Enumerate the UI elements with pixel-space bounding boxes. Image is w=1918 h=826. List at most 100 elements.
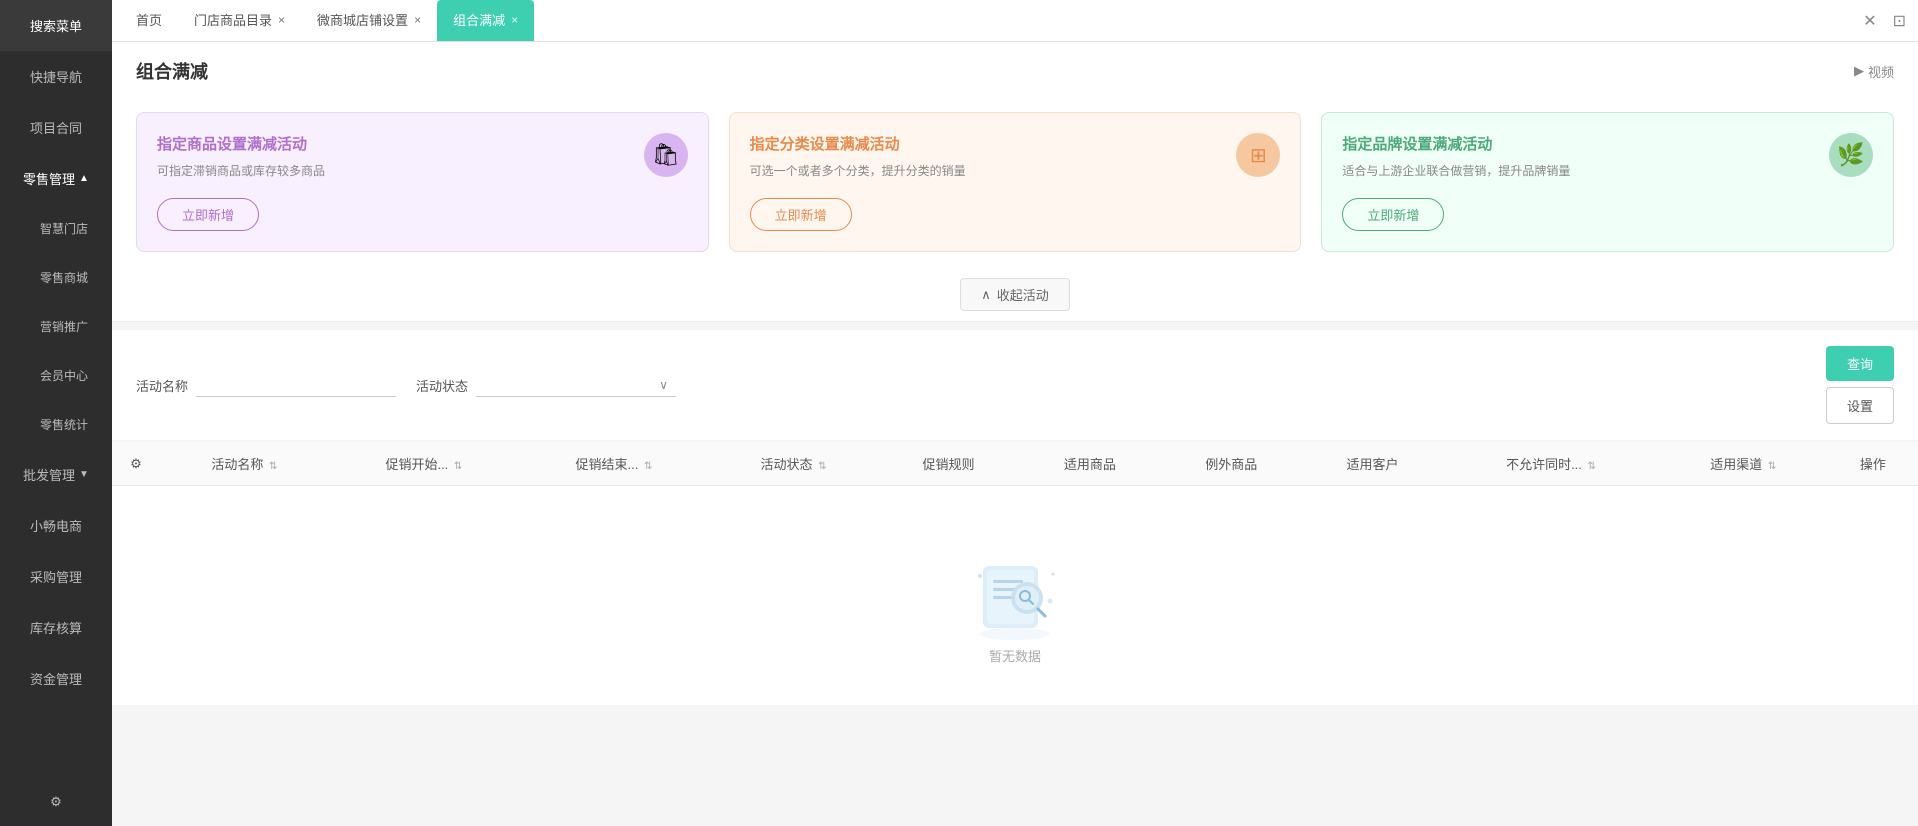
card-category-title: 指定分类设置满减活动 [750,133,1281,154]
card-product-desc: 可指定滞销商品或库存较多商品 [157,162,688,186]
sort-icon: ⇅ [818,461,826,472]
col-applicable-customers: 适用客户 [1302,442,1443,486]
chevron-up-icon: ∧ [981,287,991,303]
col-label: 例外商品 [1205,457,1257,472]
col-label: 操作 [1860,457,1886,472]
sidebar-item-inventory[interactable]: 库存核算 [0,602,112,653]
sidebar-item-label: 小畅电商 [30,519,82,534]
sort-icon: ⇅ [644,461,652,472]
sidebar-item-marketing[interactable]: 营销推广 [0,302,112,351]
card-category-btn[interactable]: 立即新增 [750,198,852,231]
sort-icon: ⇅ [269,461,277,472]
tab-label: 首页 [136,10,162,29]
col-promo-start[interactable]: 促销开始... ⇅ [329,442,519,486]
tab-controls: ✕ ⊡ [1859,7,1910,35]
tab-label: 门店商品目录 [194,10,272,29]
sidebar-item-retail-stats[interactable]: 零售统计 [0,400,112,449]
sidebar-item-label: 快捷导航 [30,70,82,85]
cards-section: 🛍 指定商品设置满减活动 可指定滞销商品或库存较多商品 立即新增 ⊞ 指定分类设… [112,96,1918,268]
play-icon: ▶ [1854,63,1864,79]
sidebar-item-label: 零售统计 [40,418,88,432]
tab-wechat-store[interactable]: 微商城店铺设置 × [301,0,437,41]
empty-text: 暂无数据 [989,646,1041,665]
sidebar-item-label: 库存核算 [30,621,82,636]
sidebar-item-label: 零售商城 [40,271,88,285]
settings-button[interactable]: ⚙ [0,778,112,826]
activity-name-input[interactable] [196,373,396,397]
sidebar-item-retail-mall[interactable]: 零售商城 [0,253,112,302]
collapse-button[interactable]: ∧ 收起活动 [960,278,1070,311]
chevron-up-icon: ▲ [79,173,89,184]
tab-store-catalog[interactable]: 门店商品目录 × [178,0,301,41]
filter-activity-status: 活动状态 ∨ [416,373,676,397]
card-product-btn[interactable]: 立即新增 [157,198,259,231]
sidebar-item-smart-store[interactable]: 智慧门店 [0,204,112,253]
close-icon[interactable]: × [414,13,421,27]
col-label: 促销开始... [385,457,448,472]
col-gear[interactable]: ⚙ [112,442,160,486]
video-label: 视频 [1868,62,1894,81]
col-label: 活动状态 [760,457,812,472]
content-area: 组合满减 ▶ 视频 🛍 指定商品设置满减活动 可指定滞销商品或库存较多商品 立即… [112,42,1918,826]
col-activity-name[interactable]: 活动名称 ⇅ [160,442,329,486]
video-link[interactable]: ▶ 视频 [1854,62,1894,81]
activity-status-select[interactable] [476,373,676,397]
col-label: 促销结束... [576,457,639,472]
sidebar-item-label: 智慧门店 [40,222,88,236]
setting-button[interactable]: 设置 [1826,387,1894,424]
data-table: ⚙ 活动名称 ⇅ 促销开始... ⇅ 促销结束... ⇅ [112,442,1918,486]
close-window-button[interactable]: ✕ [1859,7,1880,35]
sidebar-item-purchase[interactable]: 采购管理 [0,551,112,602]
close-icon[interactable]: × [278,13,285,27]
card-category-discount: ⊞ 指定分类设置满减活动 可选一个或者多个分类，提升分类的销量 立即新增 [729,112,1302,252]
sidebar-item-label: 搜索菜单 [30,19,82,34]
sidebar-item-retail-management[interactable]: 零售管理 ▲ [0,153,112,204]
empty-state: 暂无数据 [112,486,1918,705]
activity-status-select-wrapper: ∨ [476,373,676,397]
card-product-title: 指定商品设置满减活动 [157,133,688,154]
sort-icon: ⇅ [454,461,462,472]
card-brand-btn[interactable]: 立即新增 [1342,198,1444,231]
col-applicable-products: 适用商品 [1019,442,1160,486]
card-brand-title: 指定品牌设置满减活动 [1342,133,1873,154]
col-label: 不允许同时... [1506,457,1582,472]
filter-activity-name: 活动名称 [136,373,396,397]
page-header: 组合满减 ▶ 视频 [112,42,1918,96]
brand-discount-icon: 🌿 [1829,133,1873,177]
col-promo-rule: 促销规则 [878,442,1019,486]
sidebar: 搜索菜单 快捷导航 项目合同 零售管理 ▲ 智慧门店 零售商城 营销推广 会员中… [0,0,112,826]
sidebar-item-label: 营销推广 [40,320,88,334]
sidebar-item-quick-nav[interactable]: 快捷导航 [0,51,112,102]
activity-name-label: 活动名称 [136,376,188,395]
maximize-button[interactable]: ⊡ [1889,7,1910,35]
col-label: 适用渠道 [1710,457,1762,472]
tab-label: 微商城店铺设置 [317,10,408,29]
col-label: 适用商品 [1064,457,1116,472]
tab-home[interactable]: 首页 [120,0,178,41]
sidebar-item-project-contract[interactable]: 项目合同 [0,102,112,153]
sidebar-item-member-center[interactable]: 会员中心 [0,351,112,400]
sidebar-item-wholesale[interactable]: 批发管理 ▼ [0,449,112,500]
table-section: ⚙ 活动名称 ⇅ 促销开始... ⇅ 促销结束... ⇅ [112,442,1918,705]
sidebar-item-label: 零售管理 [23,169,75,188]
tab-bar: 首页 门店商品目录 × 微商城店铺设置 × 组合满减 × ✕ ⊡ [112,0,1918,42]
col-applicable-channel[interactable]: 适用渠道 ⇅ [1659,442,1828,486]
close-icon[interactable]: × [511,13,518,27]
card-product-discount: 🛍 指定商品设置满减活动 可指定滞销商品或库存较多商品 立即新增 [136,112,709,252]
col-not-allow-concurrent[interactable]: 不允许同时... ⇅ [1443,442,1659,486]
main-content: 首页 门店商品目录 × 微商城店铺设置 × 组合满减 × ✕ ⊡ 组合满减 ▶ … [112,0,1918,826]
sidebar-item-search-menu[interactable]: 搜索菜单 [0,0,112,51]
query-button[interactable]: 查询 [1826,346,1894,381]
col-label: 活动名称 [211,457,263,472]
sidebar-item-xiaochang-ecom[interactable]: 小畅电商 [0,500,112,551]
col-label: 促销规则 [923,457,975,472]
card-brand-discount: 🌿 指定品牌设置满减活动 适合与上游企业联合做营销，提升品牌销量 立即新增 [1321,112,1894,252]
col-promo-end[interactable]: 促销结束... ⇅ [519,442,709,486]
tab-combo-discount[interactable]: 组合满减 × [437,0,534,41]
card-category-desc: 可选一个或者多个分类，提升分类的销量 [750,162,1281,186]
col-activity-status[interactable]: 活动状态 ⇅ [709,442,878,486]
sidebar-item-finance[interactable]: 资金管理 [0,653,112,704]
product-discount-icon: 🛍 [644,133,688,177]
chevron-down-icon: ▼ [79,469,89,480]
filter-section: 活动名称 活动状态 ∨ 查询 设置 [112,330,1918,440]
